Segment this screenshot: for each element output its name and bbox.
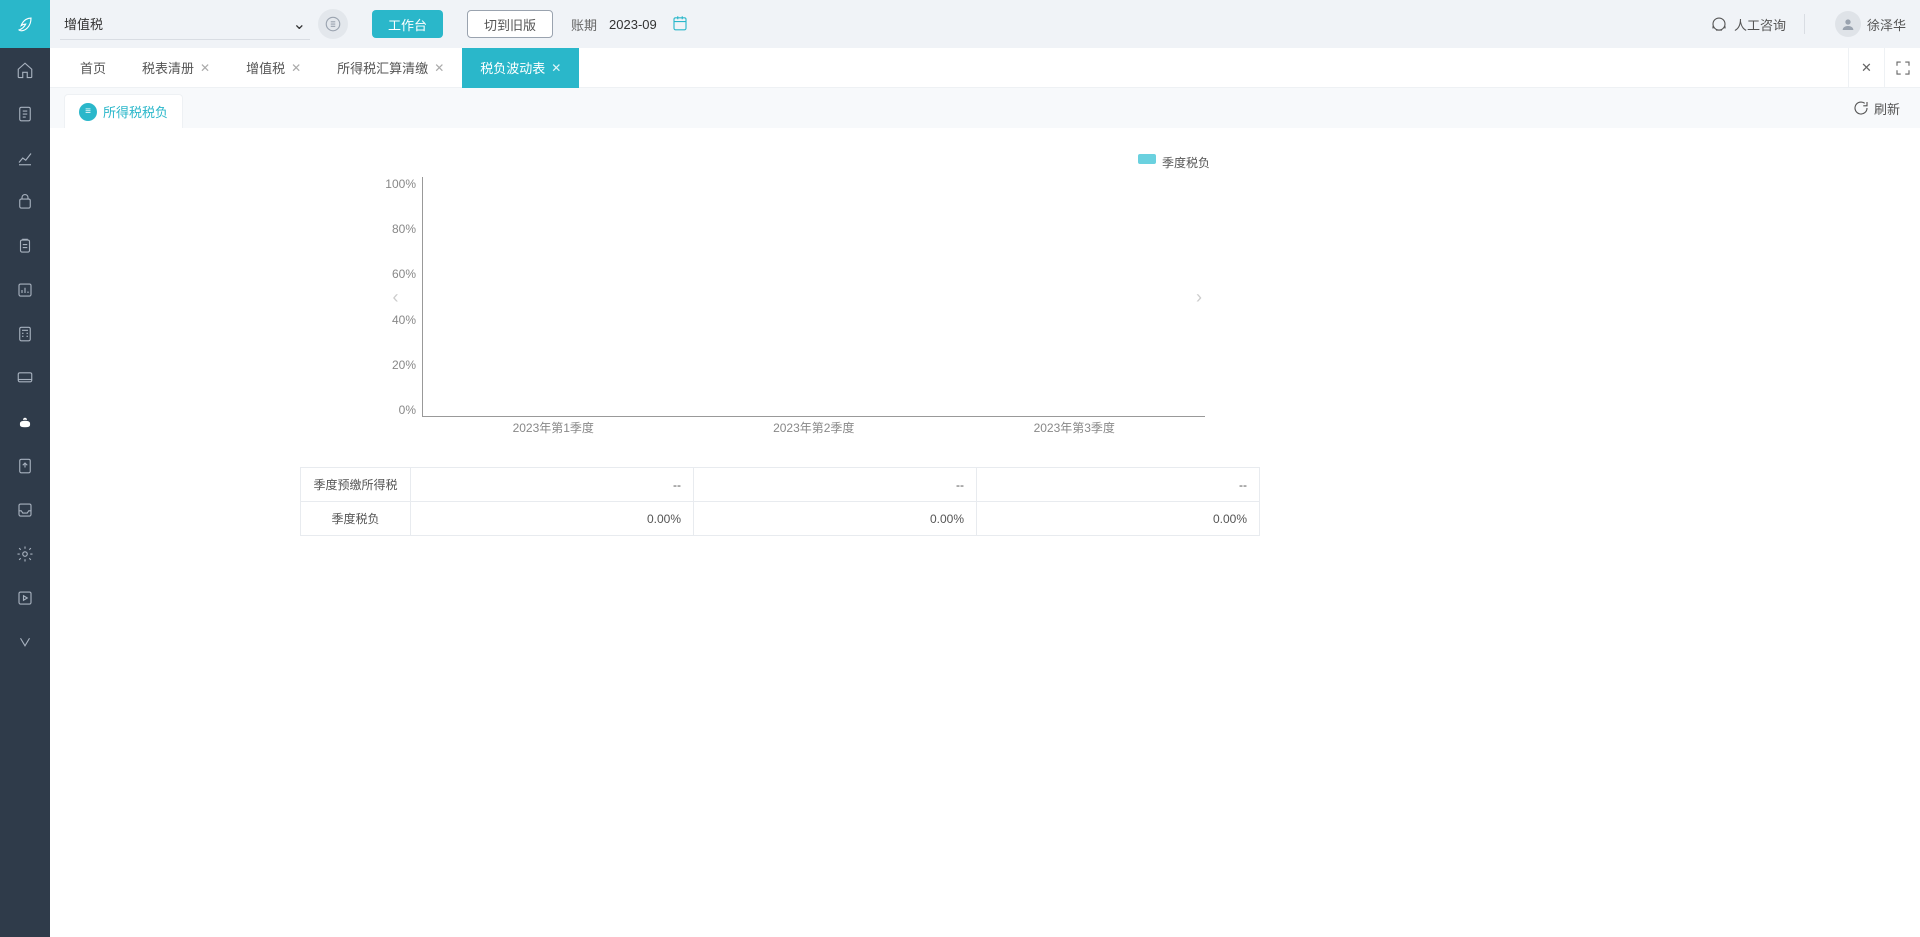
content-panel: 季度税负 ‹ 100%80%60%40%20%0% 2023年第1季度2023年… (50, 128, 1920, 937)
fullscreen-button[interactable] (1884, 48, 1920, 88)
refresh-button[interactable]: 刷新 (1852, 88, 1900, 128)
period-value: 2023-09 (609, 17, 657, 32)
nav-calc-icon[interactable] (0, 312, 50, 356)
tabs-bar: 首页 税表清册 ✕ 增值税 ✕ 所得税汇算清缴 ✕ 税负波动表 ✕ ✕ (50, 48, 1920, 88)
nav-bag-icon[interactable] (0, 180, 50, 224)
nav-chart-icon[interactable] (0, 136, 50, 180)
nav-doc-icon[interactable] (0, 92, 50, 136)
close-all-tabs-button[interactable]: ✕ (1848, 48, 1884, 88)
data-table: 季度预缴所得税------季度税负0.00%0.00%0.00% (300, 467, 1260, 536)
tab-label: 首页 (80, 58, 106, 77)
nav-v-icon[interactable] (0, 620, 50, 664)
x-axis-labels: 2023年第1季度 2023年第2季度 2023年第3季度 (423, 419, 1205, 436)
tab-4[interactable]: 税负波动表 ✕ (462, 48, 579, 88)
chart-wrap: 季度税负 ‹ 100%80%60%40%20%0% 2023年第1季度2023年… (350, 148, 1880, 536)
nav-home-icon[interactable] (0, 48, 50, 92)
table-row: 季度预缴所得税------ (301, 468, 1260, 502)
subtabs-bar: ≡ 所得税税负 刷新 (50, 88, 1920, 128)
nav-tax-icon[interactable] (0, 400, 50, 444)
tab-3[interactable]: 所得税汇算清缴 ✕ (319, 48, 462, 88)
dropdown-value: 增值税 (64, 14, 103, 33)
tab-0[interactable]: 首页 (62, 48, 124, 88)
subtab-label: 所得税税负 (103, 102, 168, 121)
nav-settings-icon[interactable] (0, 532, 50, 576)
tab-2[interactable]: 增值税 ✕ (228, 48, 319, 88)
table-row: 季度税负0.00%0.00%0.00% (301, 502, 1260, 536)
username: 徐泽华 (1867, 15, 1906, 34)
chart-box: ‹ 100%80%60%40%20%0% 2023年第1季度2023年第2季度2… (350, 177, 1210, 437)
legend-label: 季度税负 (1162, 154, 1210, 171)
nav-play-icon[interactable] (0, 576, 50, 620)
cell-value: 0.00% (977, 502, 1260, 536)
nav-export-icon[interactable] (0, 444, 50, 488)
x-label: 2023年第1季度 (513, 419, 594, 436)
subtab-icon: ≡ (79, 103, 97, 121)
row-label: 季度税负 (301, 502, 411, 536)
x-label: 2023年第2季度 (773, 419, 854, 436)
refresh-label: 刷新 (1874, 99, 1900, 118)
list-round-button[interactable] (318, 9, 348, 39)
topbar: 增值税 ⌄ 工作台 切到旧版 账期 2023-09 人工咨询 (50, 0, 1920, 48)
x-label: 2023年第3季度 (1034, 419, 1115, 436)
period-label: 账期 (571, 15, 597, 34)
logo-feather-icon (0, 0, 50, 48)
old-version-button[interactable]: 切到旧版 (467, 10, 553, 38)
row-label: 季度预缴所得税 (301, 468, 411, 502)
consult-label: 人工咨询 (1734, 15, 1786, 34)
main-area: 增值税 ⌄ 工作台 切到旧版 账期 2023-09 人工咨询 (50, 0, 1920, 937)
tab-label: 税表清册 (142, 58, 194, 77)
close-icon[interactable]: ✕ (200, 61, 210, 75)
nav-report-icon[interactable] (0, 268, 50, 312)
cell-value: 0.00% (694, 502, 977, 536)
cell-value: 0.00% (411, 502, 694, 536)
calendar-icon[interactable] (671, 14, 689, 35)
chart-legend: 季度税负 (350, 154, 1210, 171)
close-icon[interactable]: ✕ (434, 61, 444, 75)
close-icon[interactable]: ✕ (291, 61, 301, 75)
chevron-down-icon: ⌄ (293, 14, 306, 34)
sidebar (0, 0, 50, 937)
tab-label: 所得税汇算清缴 (337, 58, 428, 77)
user-menu[interactable]: 徐泽华 (1835, 11, 1906, 37)
chart-prev-button-2[interactable]: ‹ (385, 177, 407, 417)
tab-1[interactable]: 税表清册 ✕ (124, 48, 228, 88)
workspace-button[interactable]: 工作台 (372, 10, 443, 38)
divider (1804, 14, 1805, 34)
chart-plot: 2023年第1季度2023年第2季度2023年第3季度 (422, 177, 1205, 417)
cell-value: -- (694, 468, 977, 502)
cell-value: -- (411, 468, 694, 502)
tab-label: 税负波动表 (480, 58, 545, 77)
close-icon[interactable]: ✕ (551, 61, 561, 75)
legend-swatch (1138, 154, 1156, 164)
subtab-income-tax-burden[interactable]: ≡ 所得税税负 (64, 94, 183, 128)
tab-label: 增值税 (246, 58, 285, 77)
nav-inbox-icon[interactable] (0, 488, 50, 532)
entity-dropdown[interactable]: 增值税 ⌄ (60, 8, 310, 40)
cell-value: -- (977, 468, 1260, 502)
nav-screen-icon[interactable] (0, 356, 50, 400)
consult-button[interactable]: 人工咨询 (1710, 15, 1786, 34)
avatar-icon (1835, 11, 1861, 37)
nav-clipboard-icon[interactable] (0, 224, 50, 268)
